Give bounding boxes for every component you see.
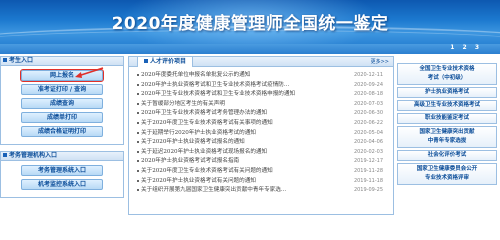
news-title[interactable]: 关于延期举行2020年护士执业资格考试的通知 <box>141 129 331 139</box>
news-title[interactable]: 关于2020年护士执业资格考试有关问题的通知 <box>141 177 331 187</box>
project-link-4[interactable]: 职业技能鉴定考试 <box>397 113 497 124</box>
bullet-icon <box>137 131 139 134</box>
square-bullet-icon <box>144 59 148 63</box>
news-item[interactable]: 关于组织开展第九届国家卫生健康突出贡献中青年专家选... 2019-09-25 <box>137 186 387 196</box>
news-item[interactable]: 关于2020年度卫生专业技术资格考试有关问题的通知 2019-11-28 <box>137 167 387 177</box>
square-bullet-icon <box>3 153 7 157</box>
news-item[interactable]: 关于2020年度卫生专业技术资格考试有关事项的通知 2020-06-22 <box>137 119 387 129</box>
news-title[interactable]: 关于2020年度卫生专业技术资格考试有关事项的通知 <box>141 119 331 129</box>
news-item[interactable]: 关于2020年护士执业资格考试报名的通知 2020-04-06 <box>137 138 387 148</box>
bullet-icon <box>137 74 139 76</box>
candidate-entry-title: 考生入口 <box>9 57 34 64</box>
news-title[interactable]: 2020年卫生专业技术资格考试和卫生专业技术资格申报的通知 <box>141 90 331 100</box>
news-title[interactable]: 关于暂缓部分地区考生的有关声明 <box>141 100 331 110</box>
exam-admin-entry-body: 考务管理系统入口 机考监控系统入口 <box>0 161 124 198</box>
news-list: 2020年度委托单位申报名单批复公示的通知 2020-12-11 2020年护士执业… <box>129 67 393 196</box>
certificate-print-button[interactable]: 成绩合格证明打印 <box>21 126 103 137</box>
online-registration-button[interactable]: 网上报名 <box>20 69 104 82</box>
project-link-label: 考试（中初级） <box>427 75 467 81</box>
header-banner: 2020年度健康管理师全国统一鉴定 <box>0 0 500 44</box>
news-item[interactable]: 2020年卫生专业技术资格考试考务管理办法的通知 2020-06-30 <box>137 109 387 119</box>
bullet-icon <box>137 189 139 192</box>
news-item[interactable]: 2020年度委托单位申报名单批复公示的通知 2020-12-11 <box>137 71 387 81</box>
bullet-icon <box>137 83 139 86</box>
bullet-icon <box>137 179 139 182</box>
news-date: 2020-06-22 <box>353 119 383 126</box>
score-query-button[interactable]: 成绩查询 <box>21 98 103 109</box>
news-item[interactable]: 关于暂缓部分地区考生的有关声明 2020-07-03 <box>137 100 387 110</box>
bullet-icon <box>137 102 139 105</box>
candidate-entry-body: 网上报名 准考证打印 / 查询 成绩查询 成绩单打印 成绩合格证明打印 <box>0 66 124 145</box>
news-date: 2019-09-25 <box>353 187 383 194</box>
page-title: 2020年度健康管理师全国统一鉴定 <box>111 14 389 34</box>
exam-admin-entry-title: 考务管理机构入口 <box>9 152 58 159</box>
project-link-6[interactable]: 社会化评价考试 <box>397 150 497 161</box>
project-link-label: 专业技术资格评审 <box>424 175 469 181</box>
project-link-label: 护士执业资格考试 <box>424 89 469 95</box>
banner-pager[interactable]: 1 2 3 <box>450 44 482 51</box>
project-link-label: 社会化评价考试 <box>427 152 467 158</box>
news-panel: 人才评价项目 更多>> 2020年度委托单位申报名单批复公示的通知 2020-12… <box>128 56 394 215</box>
news-date: 2020-08-18 <box>353 91 383 98</box>
news-title[interactable]: 关于2020年护士执业资格考试报名的通知 <box>141 138 331 148</box>
candidate-entry-box: 考生入口 网上报名 准考证打印 / 查询 成绩查询 成绩单打印 成绩合格证明打印 <box>0 56 124 145</box>
bullet-icon <box>137 121 139 124</box>
news-item[interactable]: 关于延迟2020年护士执业资格考试现场报名的通知 2020-02-03 <box>137 148 387 158</box>
bullet-icon <box>137 169 139 172</box>
project-link-label: 国家卫生健康委员会公开 <box>416 166 478 172</box>
exam-admin-entry-header: 考务管理机构入口 <box>0 151 124 161</box>
news-date: 2020-06-30 <box>353 110 383 117</box>
square-bullet-icon <box>3 58 7 62</box>
news-date: 2020-07-03 <box>353 100 383 107</box>
more-link[interactable]: 更多>> <box>371 58 389 65</box>
bullet-icon <box>137 160 139 163</box>
news-title[interactable]: 2020年度委托单位申报名单批复公示的通知 <box>141 71 331 81</box>
exam-monitoring-system-button[interactable]: 机考监控系统入口 <box>21 179 103 190</box>
project-link-2[interactable]: 护士执业资格考试 <box>397 87 497 98</box>
tab-talent-evaluation[interactable]: 人才评价项目 <box>137 57 194 67</box>
news-date: 2020-12-11 <box>353 72 383 78</box>
left-sidebar: 考生入口 网上报名 准考证打印 / 查询 成绩查询 成绩单打印 成绩合格证明打印… <box>0 56 124 198</box>
project-links: 全国卫生专业技术资格 考试（中初级） 护士执业资格考试高级卫生专业技术资格考试 职业技… <box>397 63 497 187</box>
bullet-icon <box>137 93 139 96</box>
candidate-entry-header: 考生入口 <box>0 56 124 66</box>
news-title[interactable]: 2020年护士执业资格考试和卫生专业技术资格考试疫情防... <box>141 81 331 91</box>
news-date: 2020-09-24 <box>353 81 383 88</box>
news-date: 2020-02-03 <box>353 148 383 155</box>
news-date: 2019-12-17 <box>353 158 383 165</box>
admission-ticket-button[interactable]: 准考证打印 / 查询 <box>21 84 103 95</box>
project-link-5[interactable]: 国家卫生健康突出贡献 中青年专家选拔 <box>397 126 497 148</box>
news-panel-header: 人才评价项目 更多>> <box>129 57 393 67</box>
project-link-1[interactable]: 全国卫生专业技术资格 考试（中初级） <box>397 63 497 85</box>
news-item[interactable]: 2020年卫生专业技术资格考试和卫生专业技术资格申报的通知 2020-08-18 <box>137 90 387 100</box>
project-link-label: 国家卫生健康突出贡献 <box>419 129 475 135</box>
news-item[interactable]: 2020年护士执业资格考试和卫生专业技术资格考试疫情防... 2020-09-24 <box>137 81 387 91</box>
news-item[interactable]: 关于2020年护士执业资格考试有关问题的通知 2019-11-18 <box>137 177 387 187</box>
project-link-7[interactable]: 国家卫生健康委员会公开 专业技术资格评审 <box>397 163 497 185</box>
nav-strip: 1 2 3 <box>0 44 500 54</box>
tab-talent-evaluation-label: 人才评价项目 <box>150 58 187 65</box>
news-item[interactable]: 关于延期举行2020年护士执业资格考试的通知 2020-05-04 <box>137 129 387 139</box>
bullet-icon <box>137 141 139 144</box>
news-title[interactable]: 2020年卫生专业技术资格考试考务管理办法的通知 <box>141 109 331 119</box>
project-link-label: 全国卫生专业技术资格 <box>419 66 475 72</box>
news-date: 2019-11-18 <box>353 177 383 184</box>
score-report-print-button[interactable]: 成绩单打印 <box>21 112 103 123</box>
news-item[interactable]: 2020年护士执业资格考试考试报名指南 2019-12-17 <box>137 157 387 167</box>
project-link-label: 中青年专家选拔 <box>427 138 467 144</box>
exam-management-system-button[interactable]: 考务管理系统入口 <box>21 165 103 176</box>
bullet-icon <box>137 112 139 115</box>
news-date: 2020-05-04 <box>353 129 383 136</box>
project-link-3[interactable]: 高级卫生专业技术资格考试 <box>397 100 497 111</box>
exam-admin-entry-box: 考务管理机构入口 考务管理系统入口 机考监控系统入口 <box>0 151 124 198</box>
news-date: 2020-04-06 <box>353 139 383 146</box>
project-link-label: 高级卫生专业技术资格考试 <box>413 102 480 108</box>
news-title[interactable]: 2020年护士执业资格考试考试报名指南 <box>141 157 331 167</box>
project-link-label: 职业技能鉴定考试 <box>424 115 469 121</box>
bullet-icon <box>137 150 139 153</box>
news-date: 2019-11-28 <box>353 167 383 174</box>
news-title[interactable]: 关于延迟2020年护士执业资格考试现场报名的通知 <box>141 148 331 158</box>
news-title[interactable]: 关于2020年度卫生专业技术资格考试有关问题的通知 <box>141 167 331 177</box>
news-title[interactable]: 关于组织开展第九届国家卫生健康突出贡献中青年专家选... <box>141 186 331 196</box>
